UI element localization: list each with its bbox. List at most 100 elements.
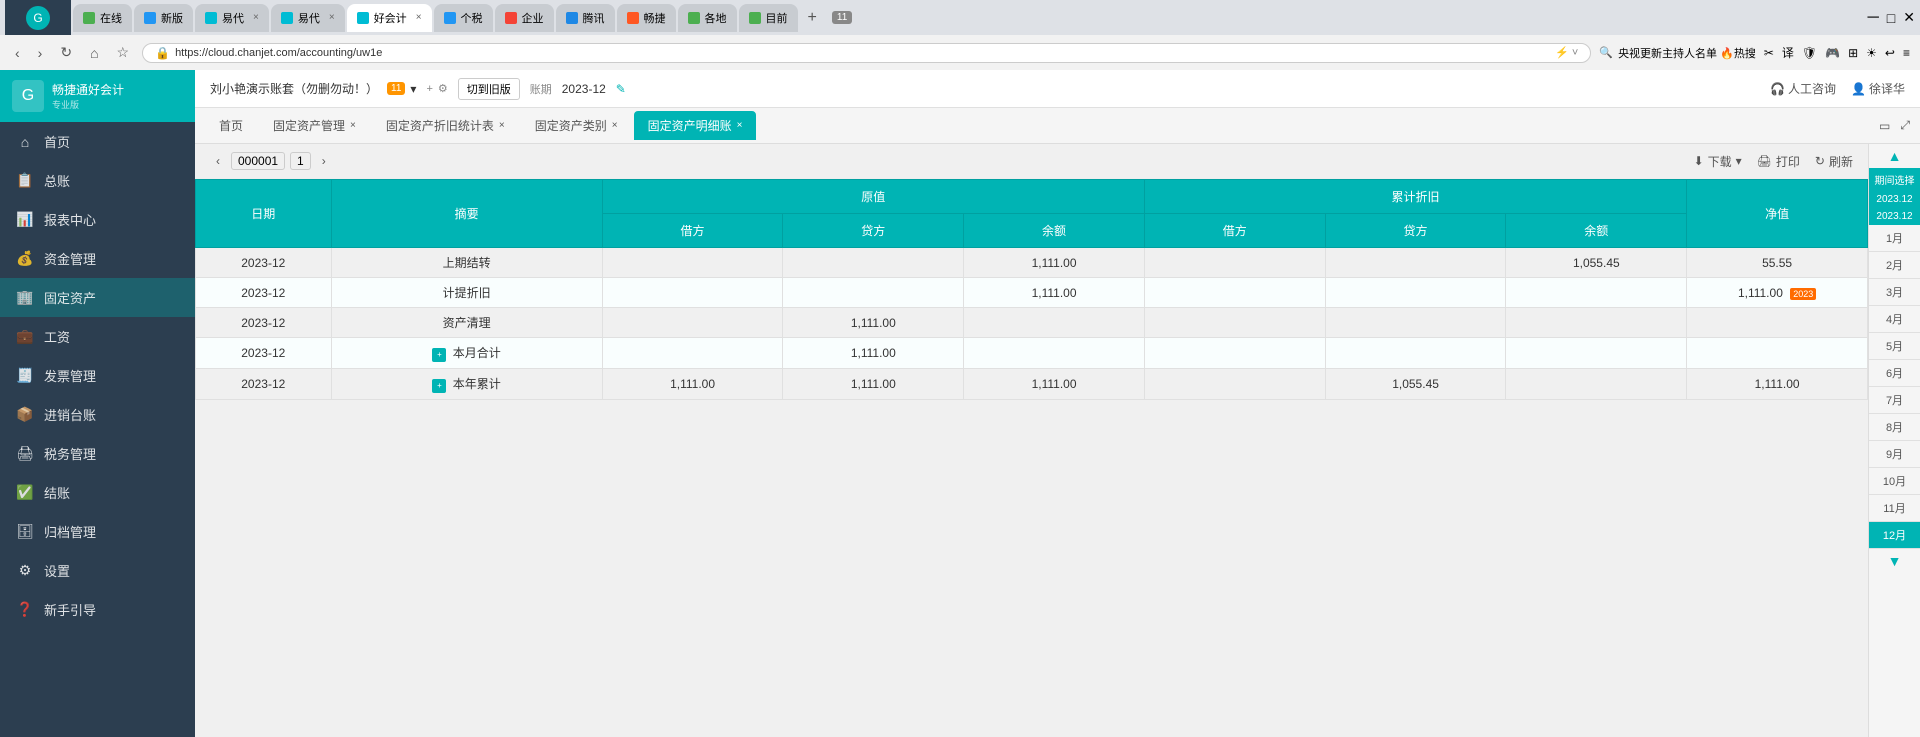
user-profile[interactable]: 👤 徐译华: [1851, 80, 1905, 97]
switch-version-button[interactable]: 切到旧版: [458, 78, 520, 100]
cell-orig-credit: [783, 278, 964, 308]
settings-company-icon[interactable]: ⚙: [438, 82, 448, 95]
minimize-icon[interactable]: ─: [1867, 9, 1878, 27]
tab-favicon: [505, 12, 517, 24]
history-icon[interactable]: ↩: [1885, 46, 1895, 60]
edit-period-icon[interactable]: ✎: [616, 82, 626, 96]
tab-close-icon[interactable]: ×: [416, 12, 422, 23]
sidebar-item-settings[interactable]: ⚙ 设置: [0, 551, 195, 590]
browser-tab-tencent[interactable]: 腾讯: [556, 4, 615, 32]
close-icon[interactable]: ✕: [1903, 9, 1915, 26]
period-month-6[interactable]: 6月: [1869, 360, 1920, 387]
period-month-7[interactable]: 7月: [1869, 387, 1920, 414]
scissors-icon[interactable]: ✂: [1764, 46, 1774, 60]
cell-accum-credit: [1325, 338, 1506, 369]
period-month-9[interactable]: 9月: [1869, 441, 1920, 468]
tab-favicon: [205, 12, 217, 24]
collapse-icon[interactable]: ▭: [1879, 119, 1890, 133]
logo-icon: G: [12, 80, 44, 112]
page-tab-home[interactable]: 首页: [205, 111, 257, 140]
browser-tab-muqian[interactable]: 目前: [739, 4, 798, 32]
browser-tab-geshui[interactable]: 个税: [434, 4, 493, 32]
period-month-11[interactable]: 11月: [1869, 495, 1920, 522]
sidebar-item-checkout[interactable]: ✅ 结账: [0, 473, 195, 512]
company-selector[interactable]: 刘小艳演示账套（勿删勿动！） 11 ▾ + ⚙: [210, 80, 448, 97]
expand-icon[interactable]: ⤢: [1900, 118, 1910, 133]
page-tab-asset-ledger[interactable]: 固定资产明细账 ×: [634, 111, 757, 140]
page-tab-fixed-assets-mgmt[interactable]: 固定资产管理 ×: [259, 111, 370, 140]
sidebar-label-checkout: 结账: [44, 483, 70, 502]
refresh-button[interactable]: ↻ 刷新: [1815, 153, 1853, 170]
sidebar-item-reports[interactable]: 📊 报表中心: [0, 200, 195, 239]
period-value: 2023-12: [562, 82, 606, 96]
sidebar-item-tax[interactable]: 🖨 税务管理: [0, 434, 195, 473]
tab-close-fixed-assets-mgmt[interactable]: ×: [350, 120, 356, 131]
sidebar-item-fixed-assets[interactable]: 🏢 固定资产: [0, 278, 195, 317]
download-button[interactable]: ⬇ 下载 ▾: [1694, 153, 1742, 170]
prev-page-button[interactable]: ‹: [210, 152, 226, 170]
theme-icon[interactable]: ☀: [1866, 46, 1877, 60]
period-month-5[interactable]: 5月: [1869, 333, 1920, 360]
game-icon[interactable]: 🎮: [1825, 46, 1840, 60]
sidebar-item-salary[interactable]: 💼 工资: [0, 317, 195, 356]
browser-tab-changjie[interactable]: 畅捷: [617, 4, 676, 32]
refresh-button[interactable]: ↻: [55, 42, 77, 63]
next-page-button[interactable]: ›: [316, 152, 332, 170]
browser-tab-gedi[interactable]: 各地: [678, 4, 737, 32]
translate-icon[interactable]: 译: [1782, 44, 1794, 61]
browser-tab-zaixin[interactable]: 在线: [73, 4, 132, 32]
period-month-10[interactable]: 10月: [1869, 468, 1920, 495]
shield-icon[interactable]: 🛡: [1802, 46, 1817, 60]
tab-close-asset-ledger[interactable]: ×: [737, 120, 743, 131]
browser-tab-qiye[interactable]: 企业: [495, 4, 554, 32]
home-button[interactable]: ⌂: [85, 43, 103, 63]
new-tab-button[interactable]: +: [800, 9, 825, 27]
period-header[interactable]: 期间选择: [1869, 168, 1920, 191]
period-month-12[interactable]: 12月: [1869, 522, 1920, 549]
browser-tab-yidai1[interactable]: 易代 ×: [195, 4, 269, 32]
sidebar-item-guide[interactable]: ❓ 新手引导: [0, 590, 195, 629]
tab-close-asset-category[interactable]: ×: [612, 120, 618, 131]
bookmark-button[interactable]: ☆: [112, 42, 135, 63]
browser-tab-haokuaiji[interactable]: 好会计 ×: [347, 4, 432, 32]
period-month-1[interactable]: 1月: [1869, 225, 1920, 252]
tab-close-icon[interactable]: ×: [253, 12, 259, 23]
print-button[interactable]: 🖨 打印: [1757, 153, 1800, 170]
period-scroll-up[interactable]: ▲: [1869, 144, 1920, 168]
cell-orig-balance: 1,111.00: [964, 278, 1145, 308]
period-scroll-down[interactable]: ▼: [1869, 549, 1920, 573]
cell-summary: + 本年累计: [331, 369, 602, 400]
sidebar-item-funds[interactable]: 💰 资金管理: [0, 239, 195, 278]
address-bar[interactable]: 🔒 https://cloud.chanjet.com/accounting/u…: [142, 43, 1591, 63]
period-month-2[interactable]: 2月: [1869, 252, 1920, 279]
browser-tab-yidai2[interactable]: 易代 ×: [271, 4, 345, 32]
menu-icon[interactable]: ≡: [1903, 46, 1910, 60]
add-company-icon[interactable]: +: [426, 83, 432, 95]
tab-close-icon[interactable]: ×: [329, 12, 335, 23]
period-year-2023-12-2[interactable]: 2023.12: [1869, 208, 1920, 225]
period-month-3[interactable]: 3月: [1869, 279, 1920, 306]
grid-icon[interactable]: ⊞: [1848, 46, 1858, 60]
forward-button[interactable]: ›: [33, 43, 48, 63]
service-label: 人工咨询: [1788, 80, 1836, 97]
tax-icon: 🖨: [16, 445, 34, 463]
sidebar-item-invoice[interactable]: 🧾 发票管理: [0, 356, 195, 395]
page-tab-depreciation-stats[interactable]: 固定资产折旧统计表 ×: [372, 111, 519, 140]
sidebar-item-purchase-sales[interactable]: 📦 进销台账: [0, 395, 195, 434]
page-number[interactable]: 1: [290, 152, 311, 170]
tab-close-depreciation-stats[interactable]: ×: [499, 120, 505, 131]
period-year-2023-12[interactable]: 2023.12: [1869, 191, 1920, 208]
browser-tab-xinban[interactable]: 新版: [134, 4, 193, 32]
period-month-4[interactable]: 4月: [1869, 306, 1920, 333]
sidebar-item-ledger[interactable]: 📋 总账: [0, 161, 195, 200]
service-button[interactable]: 🎧 人工咨询: [1770, 80, 1836, 97]
sidebar-item-archive[interactable]: 🗄 归档管理: [0, 512, 195, 551]
back-button[interactable]: ‹: [10, 43, 25, 63]
period-month-8[interactable]: 8月: [1869, 414, 1920, 441]
sidebar-item-home[interactable]: ⌂ 首页: [0, 122, 195, 161]
maximize-icon[interactable]: □: [1887, 10, 1895, 26]
topbar-right: 🎧 人工咨询 👤 徐译华: [1770, 80, 1905, 97]
page-tab-asset-category[interactable]: 固定资产类别 ×: [521, 111, 632, 140]
tab-label: 畅捷: [644, 10, 666, 26]
cell-orig-balance: [964, 308, 1145, 338]
